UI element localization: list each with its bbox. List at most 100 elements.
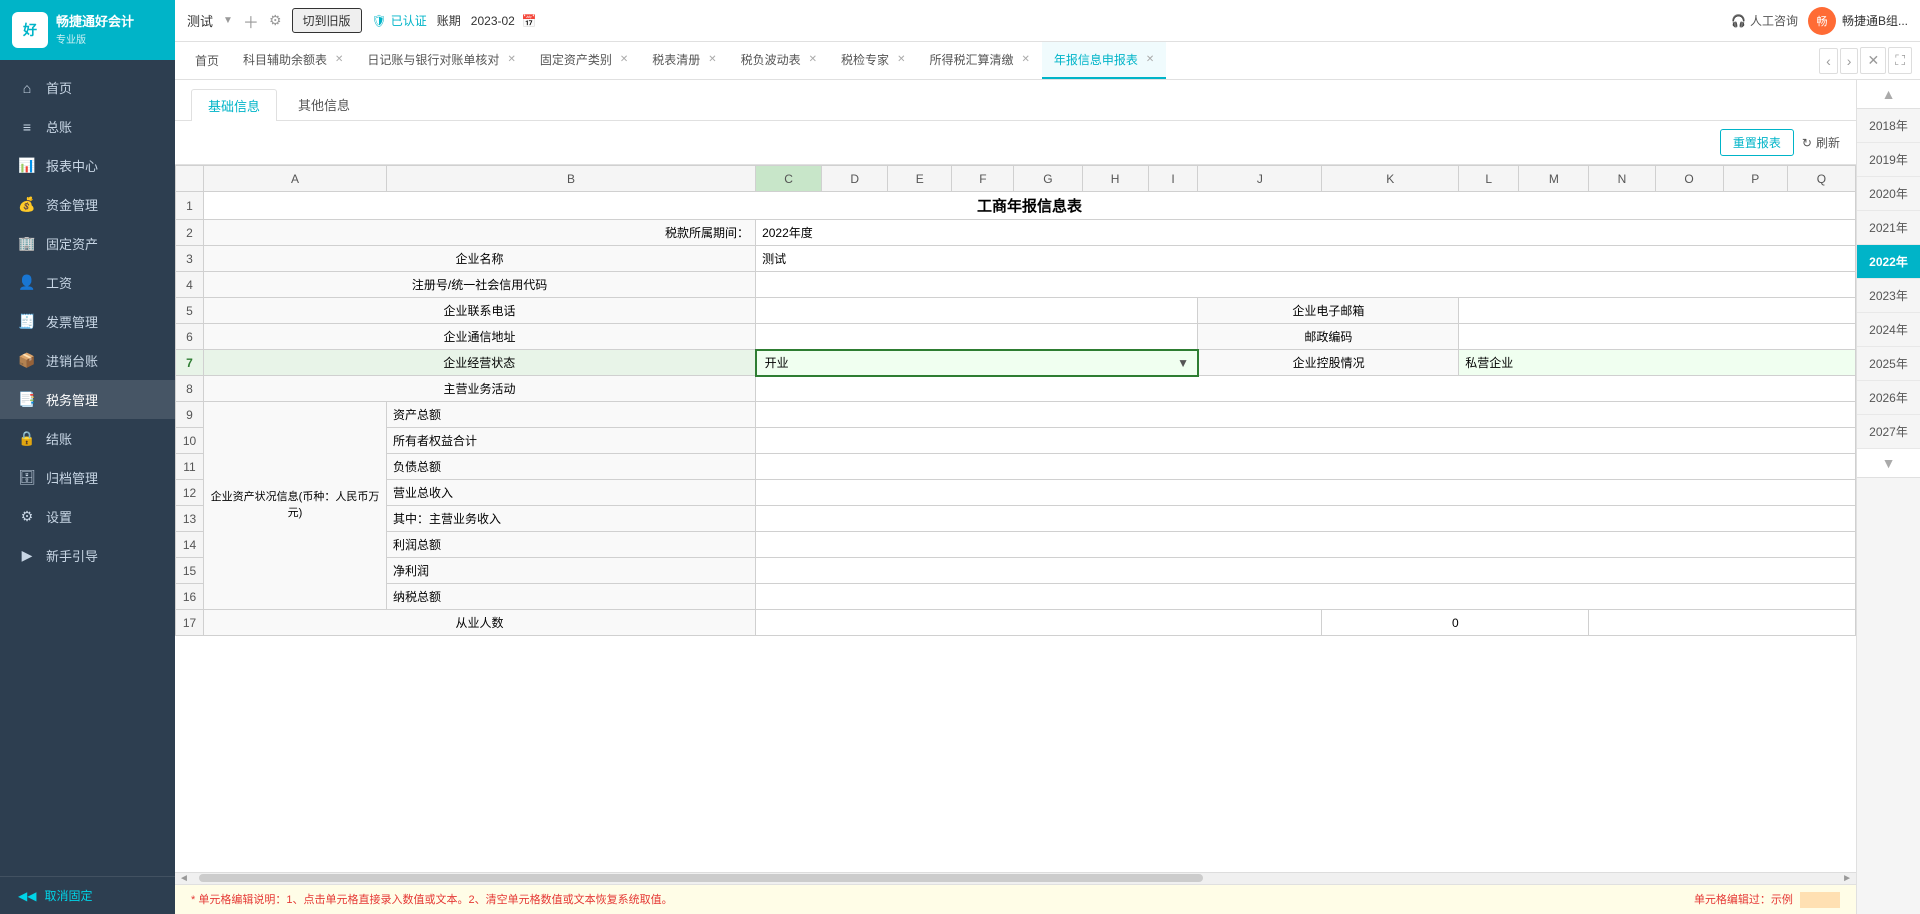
sidebar-item-guide[interactable]: ▶ 新手引导 — [0, 536, 175, 575]
tab-annual-report[interactable]: 年报信息申报表 ✕ — [1042, 42, 1166, 79]
year-2026[interactable]: 2026年 — [1857, 381, 1920, 415]
close-tab-income-tax[interactable]: ✕ — [1021, 54, 1029, 65]
row-num-5: 5 — [176, 298, 204, 324]
user-menu[interactable]: 畅 畅捷通B组... — [1808, 7, 1908, 35]
sidebar-item-tax[interactable]: 📑 税务管理 — [0, 380, 175, 419]
subtab-basic[interactable]: 基础信息 — [191, 89, 277, 121]
cell-7-right-value[interactable]: 私营企业 — [1459, 350, 1856, 376]
table-row: 2 税款所属期间： 2022年度 — [176, 220, 1856, 246]
cell-16-value[interactable] — [756, 584, 1856, 610]
year-2023[interactable]: 2023年 — [1857, 279, 1920, 313]
inventory-icon: 📦 — [18, 352, 36, 369]
tab-income-tax[interactable]: 所得税汇算清缴 ✕ — [917, 42, 1041, 79]
tab-expand-button[interactable]: ⛶ — [1888, 47, 1912, 74]
year-scroll-up-button[interactable]: ▲ — [1857, 80, 1920, 109]
cell-2-value[interactable]: 2022年度 — [756, 220, 1856, 246]
cell-17-value1[interactable] — [756, 610, 1322, 636]
sidebar-item-settings[interactable]: ⚙ 设置 — [0, 497, 175, 536]
sidebar-item-reports[interactable]: 📊 报表中心 — [0, 146, 175, 185]
cell-17-value2[interactable]: 0 — [1322, 610, 1589, 636]
cell-title[interactable]: 工商年报信息表 — [204, 192, 1856, 220]
tab-tax-fluctuation[interactable]: 税负波动表 ✕ — [729, 42, 829, 79]
cell-7-dropdown[interactable]: 开业 ▼ — [756, 350, 1198, 376]
cell-10-value[interactable] — [756, 428, 1856, 454]
sidebar-item-funds[interactable]: 💰 资金管理 — [0, 185, 175, 224]
tab-close-all-button[interactable]: ✕ — [1860, 47, 1886, 74]
cell-11-value[interactable] — [756, 454, 1856, 480]
table-row: 4 注册号/统一社会信用代码 — [176, 272, 1856, 298]
switch-old-version-button[interactable]: 切到旧版 — [292, 8, 362, 33]
tab-prev-button[interactable]: ‹ — [1819, 48, 1838, 74]
cell-12-value[interactable] — [756, 480, 1856, 506]
table-row: 16 纳税总额 — [176, 584, 1856, 610]
year-2020[interactable]: 2020年 — [1857, 177, 1920, 211]
shield-icon: 🛡 — [372, 14, 387, 28]
close-tab-tax-list[interactable]: ✕ — [708, 54, 716, 65]
cell-6-right-value[interactable] — [1459, 324, 1856, 350]
cell-5-value[interactable] — [756, 298, 1198, 324]
sheet-footer: * 单元格编辑说明：1、点击单元格直接录入数值或文本。2、清空单元格数值或文本恢… — [175, 884, 1856, 914]
dropdown-arrow-icon[interactable]: ▼ — [223, 15, 233, 26]
col-header-d: D — [822, 166, 888, 192]
cell-5-right-value[interactable] — [1459, 298, 1856, 324]
col-header-a: A — [204, 166, 387, 192]
scroll-thumb[interactable] — [199, 874, 1203, 882]
year-2022[interactable]: 2022年 — [1857, 245, 1920, 279]
close-tab-annual-report[interactable]: ✕ — [1146, 54, 1154, 65]
add-tab-button[interactable]: ＋ — [243, 9, 259, 33]
row-num-16: 16 — [176, 584, 204, 610]
table-row: 7 企业经营状态 开业 ▼ 企业控股情况 私营企业 — [176, 350, 1856, 376]
cell-13-value[interactable] — [756, 506, 1856, 532]
table-row: 14 利润总额 — [176, 532, 1856, 558]
year-2018[interactable]: 2018年 — [1857, 109, 1920, 143]
unpin-button[interactable]: ◀◀ 取消固定 — [0, 876, 175, 914]
sidebar-item-invoice[interactable]: 🧾 发票管理 — [0, 302, 175, 341]
close-tab-tax-expert[interactable]: ✕ — [897, 54, 905, 65]
tab-home[interactable]: 首页 — [183, 42, 231, 79]
tab-tax-list[interactable]: 税表清册 ✕ — [640, 42, 728, 79]
subtab-other[interactable]: 其他信息 — [281, 88, 367, 120]
tab-next-button[interactable]: › — [1840, 48, 1859, 74]
year-2019[interactable]: 2019年 — [1857, 143, 1920, 177]
sidebar-item-fixed-assets[interactable]: 🏢 固定资产 — [0, 224, 175, 263]
sidebar-item-archive[interactable]: 🗄 归档管理 — [0, 458, 175, 497]
sheet-toolbar: 重置报表 ↻ 刷新 — [175, 121, 1856, 165]
year-2021[interactable]: 2021年 — [1857, 211, 1920, 245]
scroll-left-arrow-icon[interactable]: ◄ — [179, 873, 189, 884]
year-2025[interactable]: 2025年 — [1857, 347, 1920, 381]
year-2024[interactable]: 2024年 — [1857, 313, 1920, 347]
settings-gear-icon[interactable]: ⚙ — [269, 12, 282, 29]
horizontal-scrollbar[interactable]: ◄ ► — [175, 872, 1856, 884]
close-tab-fixed-type[interactable]: ✕ — [620, 54, 628, 65]
sidebar-item-home[interactable]: ⌂ 首页 — [0, 68, 175, 107]
dropdown-arrow-icon[interactable]: ▼ — [1177, 356, 1189, 370]
cell-6-value[interactable] — [756, 324, 1198, 350]
scroll-right-arrow-icon[interactable]: ► — [1842, 873, 1852, 884]
cell-14-value[interactable] — [756, 532, 1856, 558]
cell-13-label: 其中：主营业务收入 — [386, 506, 755, 532]
cell-17-value3[interactable] — [1589, 610, 1856, 636]
tab-tax-expert[interactable]: 税检专家 ✕ — [829, 42, 917, 79]
spreadsheet-wrapper[interactable]: A B C D E F G H I J K L M — [175, 165, 1856, 872]
close-tab-aux[interactable]: ✕ — [335, 54, 343, 65]
sidebar-item-ledger[interactable]: ≡ 总账 — [0, 107, 175, 146]
tab-journal[interactable]: 日记账与银行对账单核对 ✕ — [355, 42, 527, 79]
year-2027[interactable]: 2027年 — [1857, 415, 1920, 449]
refresh-button[interactable]: ↻ 刷新 — [1802, 134, 1840, 151]
sidebar-item-inventory[interactable]: 📦 进销台账 — [0, 341, 175, 380]
reset-report-button[interactable]: 重置报表 — [1720, 129, 1794, 156]
row-num-15: 15 — [176, 558, 204, 584]
cell-4-value[interactable] — [756, 272, 1856, 298]
cell-9-value[interactable] — [756, 402, 1856, 428]
cell-3-value[interactable]: 测试 — [756, 246, 1856, 272]
sidebar-item-close[interactable]: 🔒 结账 — [0, 419, 175, 458]
tab-fixed-type[interactable]: 固定资产类别 ✕ — [528, 42, 640, 79]
close-tab-tax-fluctuation[interactable]: ✕ — [809, 54, 817, 65]
support-button[interactable]: 🎧 人工咨询 — [1731, 12, 1798, 29]
sidebar-item-payroll[interactable]: 👤 工资 — [0, 263, 175, 302]
year-scroll-down-button[interactable]: ▼ — [1857, 449, 1920, 478]
cell-8-value[interactable] — [756, 376, 1856, 402]
close-tab-journal[interactable]: ✕ — [507, 54, 515, 65]
cell-15-value[interactable] — [756, 558, 1856, 584]
tab-aux[interactable]: 科目辅助余额表 ✕ — [231, 42, 355, 79]
